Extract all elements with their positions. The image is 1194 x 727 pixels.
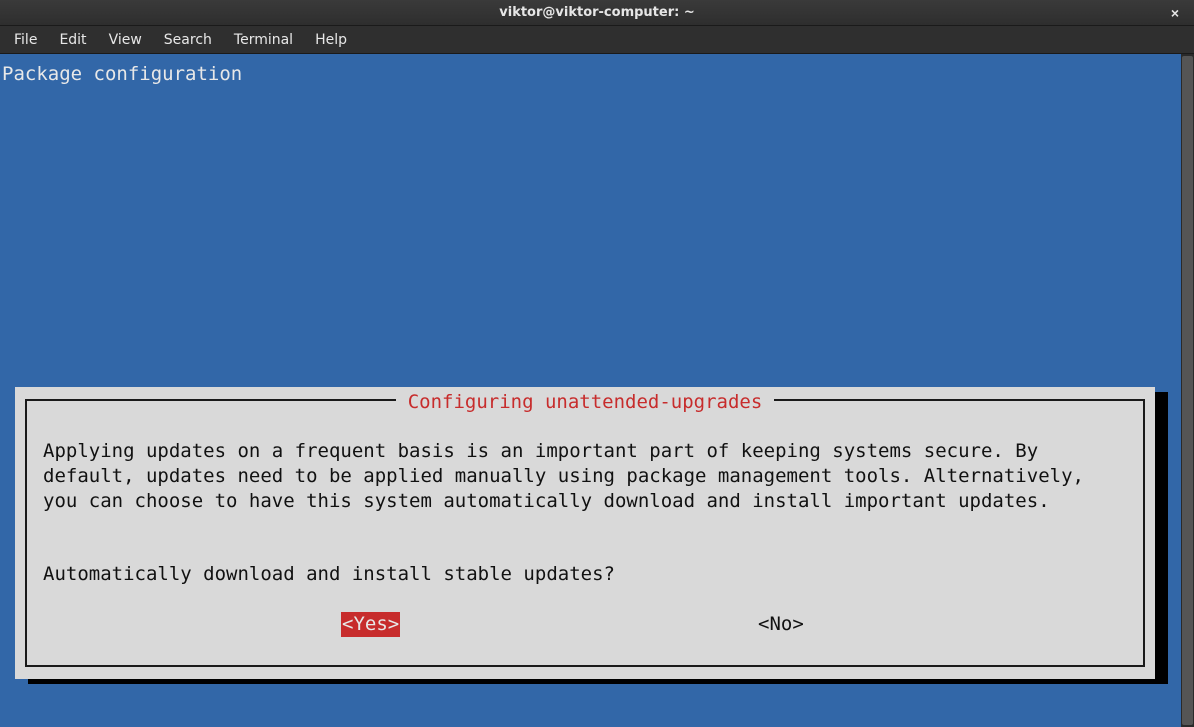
screen-header: Package configuration <box>2 62 242 87</box>
menu-view[interactable]: View <box>99 30 152 50</box>
no-button[interactable]: <No> <box>758 612 804 637</box>
menu-file[interactable]: File <box>4 30 47 50</box>
dialog-question: Automatically download and install stabl… <box>43 562 615 587</box>
terminal-canvas[interactable]: Package configuration Configuring unatte… <box>0 54 1181 727</box>
menubar: File Edit View Search Terminal Help <box>0 26 1194 54</box>
terminal-area[interactable]: Package configuration Configuring unatte… <box>0 54 1194 727</box>
dialog-body-text: Applying updates on a frequent basis is … <box>43 439 1127 514</box>
dialog-title-wrap: Configuring unattended-upgrades <box>15 390 1155 415</box>
window-title: viktor@viktor-computer: ~ <box>499 5 694 20</box>
scrollbar[interactable] <box>1181 54 1194 727</box>
menu-help[interactable]: Help <box>305 30 357 50</box>
window-titlebar: viktor@viktor-computer: ~ × <box>0 0 1194 26</box>
dialog-title: Configuring unattended-upgrades <box>396 391 775 413</box>
scrollbar-thumb[interactable] <box>1182 56 1193 725</box>
dialog-buttons: <Yes> <No> <box>15 612 1155 637</box>
menu-search[interactable]: Search <box>154 30 222 50</box>
menu-edit[interactable]: Edit <box>49 30 96 50</box>
yes-button[interactable]: <Yes> <box>341 612 400 637</box>
close-icon[interactable]: × <box>1164 0 1186 26</box>
dialog-box: Configuring unattended-upgrades Applying… <box>15 387 1155 679</box>
menu-terminal[interactable]: Terminal <box>224 30 303 50</box>
